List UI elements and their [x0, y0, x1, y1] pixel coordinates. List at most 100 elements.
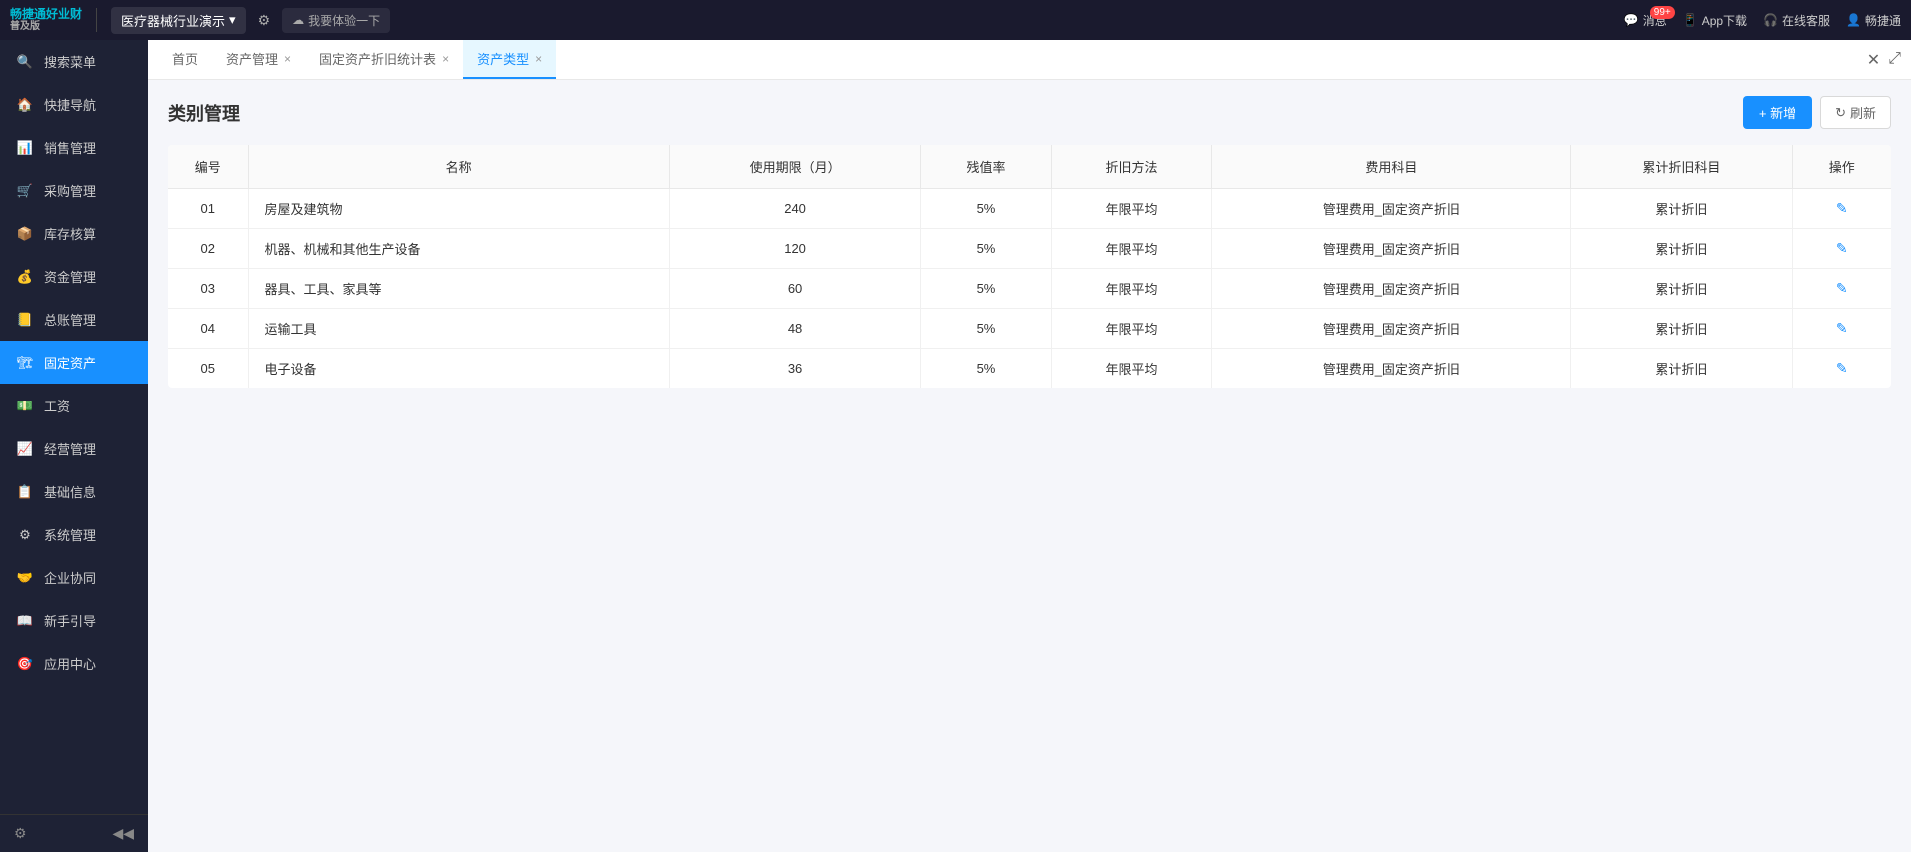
sidebar-item-inventory[interactable]: 📦 库存核算 — [0, 212, 148, 255]
col-header-name: 名称 — [248, 145, 669, 189]
tab-depreciation-table[interactable]: 固定资产折旧统计表 × — [305, 40, 463, 79]
sidebar-item-label: 工资 — [44, 396, 70, 415]
tab-close-icon[interactable]: × — [442, 52, 449, 66]
cell-usage: 48 — [669, 309, 920, 349]
sidebar-item-system[interactable]: ⚙ 系统管理 — [0, 513, 148, 556]
sidebar-item-search[interactable]: 🔍 搜索菜单 — [0, 40, 148, 83]
edit-button[interactable]: ✎ — [1836, 240, 1848, 256]
gear-button[interactable]: ⚙ — [254, 8, 275, 33]
cell-expense: 管理费用_固定资产折旧 — [1212, 189, 1571, 229]
table-row: 03器具、工具、家具等605%年限平均管理费用_固定资产折旧累计折旧✎ — [168, 269, 1891, 309]
edit-button[interactable]: ✎ — [1836, 360, 1848, 376]
funds-icon: 💰 — [16, 268, 34, 286]
cell-usage: 240 — [669, 189, 920, 229]
sidebar-item-label: 库存核算 — [44, 224, 96, 243]
sidebar-item-label: 基础信息 — [44, 482, 96, 501]
cell-accum: 累计折旧 — [1571, 189, 1792, 229]
basic-info-icon: 📋 — [16, 483, 34, 501]
edit-button[interactable]: ✎ — [1836, 280, 1848, 296]
refresh-button[interactable]: ↻ 刷新 — [1820, 96, 1891, 129]
sidebar-nav: 🔍 搜索菜单 🏠 快捷导航 📊 销售管理 🛒 采购管理 📦 库存核算 💰 资金管… — [0, 40, 148, 814]
cell-name: 房屋及建筑物 — [248, 189, 669, 229]
settings-icon[interactable]: ⚙ — [14, 825, 27, 842]
sidebar-item-app-center[interactable]: 🎯 应用中心 — [0, 642, 148, 685]
edit-button[interactable]: ✎ — [1836, 320, 1848, 336]
sales-icon: 📊 — [16, 139, 34, 157]
cell-code: 01 — [168, 189, 248, 229]
col-header-depreciation_method: 折旧方法 — [1051, 145, 1212, 189]
cell-residual: 5% — [921, 189, 1051, 229]
tab-label: 固定资产折旧统计表 — [319, 49, 436, 68]
page-header: 类别管理 + 新增 ↻ 刷新 — [168, 96, 1891, 129]
cell-action: ✎ — [1792, 349, 1891, 389]
sidebar-item-quick-nav[interactable]: 🏠 快捷导航 — [0, 83, 148, 126]
table-row: 05电子设备365%年限平均管理费用_固定资产折旧累计折旧✎ — [168, 349, 1891, 389]
sidebar-item-funds[interactable]: 💰 资金管理 — [0, 255, 148, 298]
workspace-selector[interactable]: 医疗器械行业演示 ▾ — [111, 7, 246, 34]
try-button[interactable]: ☁ 我要体验一下 — [282, 8, 390, 33]
payroll-icon: 💵 — [16, 397, 34, 415]
top-bar-right: 💬 消息 99+ 📱 App下载 🎧 在线客服 👤 畅捷通 — [1624, 12, 1901, 29]
sidebar-item-label: 固定资产 — [44, 353, 96, 372]
tab-close-icon[interactable]: × — [284, 52, 291, 66]
cell-method: 年限平均 — [1051, 349, 1212, 389]
sidebar-item-label: 搜索菜单 — [44, 52, 96, 71]
sidebar-item-enterprise[interactable]: 🤝 企业协同 — [0, 556, 148, 599]
tab-asset-mgmt[interactable]: 资产管理× — [212, 40, 305, 79]
cell-name: 机器、机械和其他生产设备 — [248, 229, 669, 269]
tab-actions: ✕ ⤢ — [1867, 50, 1901, 70]
collapse-icon[interactable]: ◀◀ — [112, 825, 134, 842]
sidebar-item-operations[interactable]: 📈 经营管理 — [0, 427, 148, 470]
col-header-usage_period: 使用期限（月） — [669, 145, 920, 189]
sidebar-item-label: 经营管理 — [44, 439, 96, 458]
col-header-code: 编号 — [168, 145, 248, 189]
cell-expense: 管理费用_固定资产折旧 — [1212, 349, 1571, 389]
app-download-button[interactable]: 📱 App下载 — [1683, 12, 1747, 29]
cell-accum: 累计折旧 — [1571, 269, 1792, 309]
cell-code: 04 — [168, 309, 248, 349]
sidebar-item-ledger[interactable]: 📒 总账管理 — [0, 298, 148, 341]
new-button[interactable]: + 新增 — [1743, 96, 1812, 129]
sidebar-item-fixed-assets[interactable]: 🏗 固定资产 — [0, 341, 148, 384]
cell-action: ✎ — [1792, 229, 1891, 269]
cell-action: ✎ — [1792, 189, 1891, 229]
main-layout: 🔍 搜索菜单 🏠 快捷导航 📊 销售管理 🛒 采购管理 📦 库存核算 💰 资金管… — [0, 40, 1911, 852]
table-row: 02机器、机械和其他生产设备1205%年限平均管理费用_固定资产折旧累计折旧✎ — [168, 229, 1891, 269]
table-row: 04运输工具485%年限平均管理费用_固定资产折旧累计折旧✎ — [168, 309, 1891, 349]
tab-home[interactable]: 首页 — [158, 40, 212, 79]
header-actions: + 新增 ↻ 刷新 — [1743, 96, 1891, 129]
online-service-button[interactable]: 🎧 在线客服 — [1763, 12, 1830, 29]
cell-accum: 累计折旧 — [1571, 349, 1792, 389]
asset-type-table: 编号名称使用期限（月）残值率折旧方法费用科目累计折旧科目操作01房屋及建筑物24… — [168, 145, 1891, 388]
search-icon: 🔍 — [16, 53, 34, 71]
tab-close-icon[interactable]: × — [535, 52, 542, 66]
expand-tab-button[interactable]: ⤢ — [1888, 50, 1901, 70]
tab-asset-type[interactable]: 资产类型× — [463, 40, 556, 79]
message-button[interactable]: 💬 消息 99+ — [1624, 12, 1667, 29]
cell-residual: 5% — [921, 309, 1051, 349]
sidebar-item-label: 采购管理 — [44, 181, 96, 200]
sidebar-item-basic-info[interactable]: 📋 基础信息 — [0, 470, 148, 513]
fixed-assets-icon: 🏗 — [16, 354, 34, 372]
operations-icon: 📈 — [16, 440, 34, 458]
user-menu[interactable]: 👤 畅捷通 — [1846, 12, 1901, 29]
sidebar-item-label: 应用中心 — [44, 654, 96, 673]
top-bar: 畅捷通好业财 普及版 医疗器械行业演示 ▾ ⚙ ☁ 我要体验一下 💬 消息 99… — [0, 0, 1911, 40]
tab-label: 首页 — [172, 49, 198, 68]
edit-button[interactable]: ✎ — [1836, 200, 1848, 216]
sidebar-item-purchase[interactable]: 🛒 采购管理 — [0, 169, 148, 212]
content-area: 首页资产管理×固定资产折旧统计表×资产类型× ✕ ⤢ 类别管理 + 新增 ↻ 刷… — [148, 40, 1911, 852]
tab-bar: 首页资产管理×固定资产折旧统计表×资产类型× ✕ ⤢ — [148, 40, 1911, 80]
sidebar-item-label: 总账管理 — [44, 310, 96, 329]
sidebar-item-payroll[interactable]: 💵 工资 — [0, 384, 148, 427]
minimize-tab-button[interactable]: ✕ — [1867, 50, 1880, 70]
cell-action: ✎ — [1792, 309, 1891, 349]
cell-residual: 5% — [921, 229, 1051, 269]
sidebar-item-sales[interactable]: 📊 销售管理 — [0, 126, 148, 169]
cell-code: 02 — [168, 229, 248, 269]
sidebar-item-guide[interactable]: 📖 新手引导 — [0, 599, 148, 642]
cell-usage: 120 — [669, 229, 920, 269]
top-bar-left: 畅捷通好业财 普及版 医疗器械行业演示 ▾ ⚙ ☁ 我要体验一下 — [10, 7, 390, 34]
guide-icon: 📖 — [16, 612, 34, 630]
col-header-action: 操作 — [1792, 145, 1891, 189]
